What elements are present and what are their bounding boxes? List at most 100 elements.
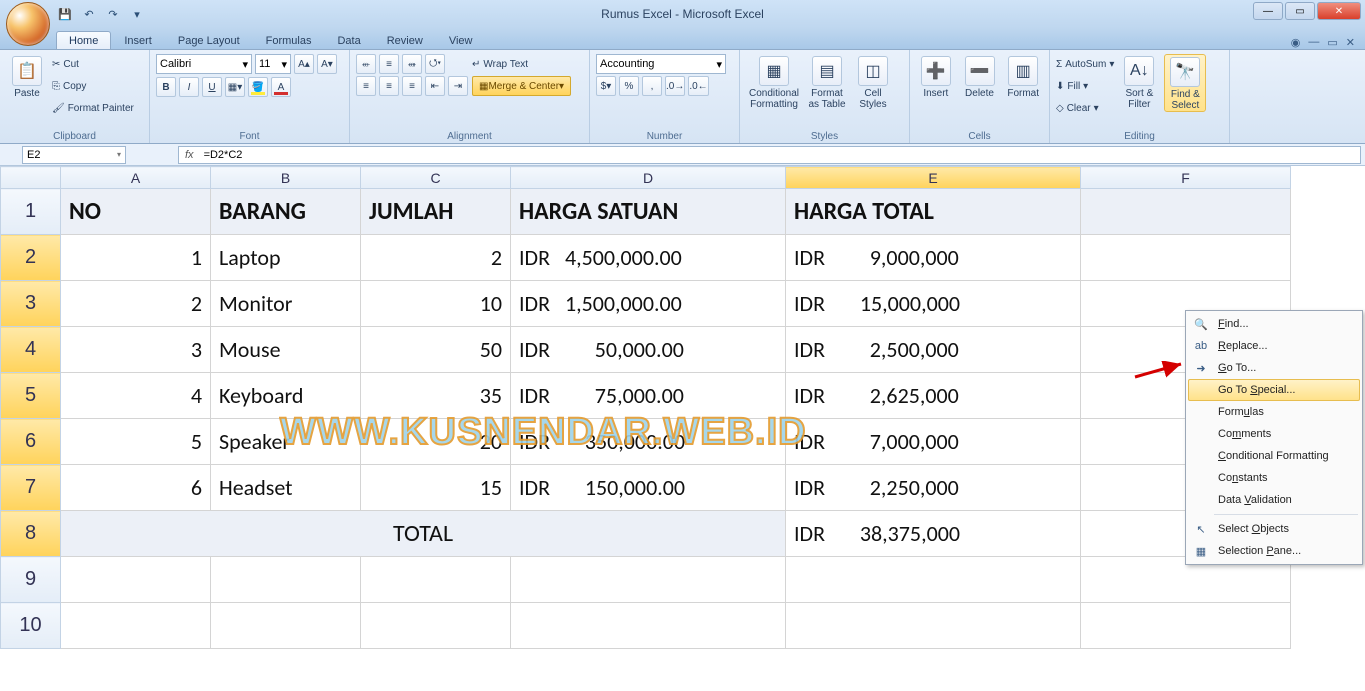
cell-no[interactable]: 5 <box>61 419 211 465</box>
increase-decimal-button[interactable]: .0→ <box>665 76 685 96</box>
empty-cell[interactable] <box>61 557 211 603</box>
row-header-4[interactable]: 4 <box>1 327 61 373</box>
italic-button[interactable]: I <box>179 77 199 97</box>
col-header-C[interactable]: C <box>361 167 511 189</box>
total-value-cell[interactable]: IDR 38,375,000 <box>786 511 1081 557</box>
menu-item-formulas[interactable]: Formulas <box>1188 401 1360 423</box>
help-icon[interactable]: ◉ <box>1291 36 1301 49</box>
sort-filter-button[interactable]: A↓Sort & Filter <box>1118 54 1160 110</box>
cell-total[interactable]: IDR 2,625,000 <box>786 373 1081 419</box>
row-header-1[interactable]: 1 <box>1 189 61 235</box>
decrease-indent-button[interactable]: ⇤ <box>425 76 445 96</box>
header-cell[interactable]: JUMLAH <box>361 189 511 235</box>
tab-data[interactable]: Data <box>324 31 373 49</box>
col-header-A[interactable]: A <box>61 167 211 189</box>
cell-satuan[interactable]: IDR 150,000.00 <box>511 465 786 511</box>
cell-jumlah[interactable]: 2 <box>361 235 511 281</box>
align-top-button[interactable]: ⬴ <box>356 54 376 74</box>
restore-window-icon[interactable]: ▭ <box>1327 36 1337 49</box>
qat-more-icon[interactable]: ▾ <box>128 5 146 23</box>
format-cells-button[interactable]: ▥Format <box>1003 54 1043 99</box>
align-right-button[interactable]: ≡ <box>402 76 422 96</box>
tab-page-layout[interactable]: Page Layout <box>165 31 253 49</box>
cell-jumlah[interactable]: 15 <box>361 465 511 511</box>
menu-item-go-to[interactable]: ➜Go To... <box>1188 357 1360 379</box>
empty-cell[interactable] <box>361 557 511 603</box>
col-header-F[interactable]: F <box>1081 167 1291 189</box>
row-header-6[interactable]: 6 <box>1 419 61 465</box>
header-cell[interactable]: HARGA SATUAN <box>511 189 786 235</box>
cell-satuan[interactable]: IDR 1,500,000.00 <box>511 281 786 327</box>
empty-cell[interactable] <box>1081 235 1291 281</box>
header-cell[interactable]: BARANG <box>211 189 361 235</box>
save-icon[interactable]: 💾 <box>56 5 74 23</box>
cell-satuan[interactable]: IDR 350,000.00 <box>511 419 786 465</box>
tab-formulas[interactable]: Formulas <box>253 31 325 49</box>
total-label-cell[interactable]: TOTAL <box>61 511 786 557</box>
col-header-E[interactable]: E <box>786 167 1081 189</box>
tab-insert[interactable]: Insert <box>111 31 165 49</box>
header-cell[interactable]: NO <box>61 189 211 235</box>
font-name-combo[interactable]: Calibri▾ <box>156 54 252 74</box>
insert-cells-button[interactable]: ➕Insert <box>916 54 956 99</box>
row-header-9[interactable]: 9 <box>1 557 61 603</box>
align-bottom-button[interactable]: ⬵ <box>402 54 422 74</box>
menu-item-go-to-special[interactable]: Go To Special... <box>1188 379 1360 401</box>
cell-satuan[interactable]: IDR 75,000.00 <box>511 373 786 419</box>
row-header-10[interactable]: 10 <box>1 603 61 649</box>
menu-item-constants[interactable]: Constants <box>1188 467 1360 489</box>
maximize-button[interactable]: ▭ <box>1285 2 1315 20</box>
align-left-button[interactable]: ≡ <box>356 76 376 96</box>
redo-icon[interactable]: ↷ <box>104 5 122 23</box>
empty-cell[interactable] <box>1081 603 1291 649</box>
cell-total[interactable]: IDR 9,000,000 <box>786 235 1081 281</box>
cell-satuan[interactable]: IDR 4,500,000.00 <box>511 235 786 281</box>
cell-no[interactable]: 1 <box>61 235 211 281</box>
cell-satuan[interactable]: IDR 50,000.00 <box>511 327 786 373</box>
shrink-font-button[interactable]: A▾ <box>317 54 337 74</box>
empty-cell[interactable] <box>786 557 1081 603</box>
undo-icon[interactable]: ↶ <box>80 5 98 23</box>
grow-font-button[interactable]: A▴ <box>294 54 314 74</box>
accounting-format-button[interactable]: $▾ <box>596 76 616 96</box>
row-header-2[interactable]: 2 <box>1 235 61 281</box>
row-header-3[interactable]: 3 <box>1 281 61 327</box>
empty-cell[interactable] <box>361 603 511 649</box>
empty-cell[interactable] <box>786 603 1081 649</box>
percent-button[interactable]: % <box>619 76 639 96</box>
clear-button[interactable]: ◇ Clear ▾ <box>1056 98 1114 118</box>
tab-review[interactable]: Review <box>374 31 436 49</box>
format-painter-button[interactable]: 🖌 Format Painter <box>52 98 134 118</box>
align-middle-button[interactable]: ≡ <box>379 54 399 74</box>
row-header-8[interactable]: 8 <box>1 511 61 557</box>
bold-button[interactable]: B <box>156 77 176 97</box>
cell-total[interactable]: IDR 2,250,000 <box>786 465 1081 511</box>
align-center-button[interactable]: ≡ <box>379 76 399 96</box>
office-button[interactable] <box>6 2 50 46</box>
underline-button[interactable]: U <box>202 77 222 97</box>
cell-styles-button[interactable]: ◫Cell Styles <box>852 54 894 110</box>
close-workbook-icon[interactable]: ✕ <box>1346 36 1355 49</box>
menu-item-replace[interactable]: abReplace... <box>1188 335 1360 357</box>
cell-barang[interactable]: Speaker <box>211 419 361 465</box>
menu-item-select-objects[interactable]: ↖Select Objects <box>1188 518 1360 540</box>
tab-home[interactable]: Home <box>56 31 111 49</box>
menu-item-selection-pane[interactable]: ▦Selection Pane... <box>1188 540 1360 562</box>
font-size-combo[interactable]: 11▾ <box>255 54 291 74</box>
number-format-combo[interactable]: Accounting▾ <box>596 54 726 74</box>
cell-jumlah[interactable]: 20 <box>361 419 511 465</box>
fill-button[interactable]: ⬇ Fill ▾ <box>1056 76 1114 96</box>
cell-jumlah[interactable]: 50 <box>361 327 511 373</box>
copy-button[interactable]: ⎘ Copy <box>52 76 134 96</box>
cell-barang[interactable]: Monitor <box>211 281 361 327</box>
cell-no[interactable]: 6 <box>61 465 211 511</box>
empty-cell[interactable] <box>511 603 786 649</box>
cell-total[interactable]: IDR 15,000,000 <box>786 281 1081 327</box>
paste-button[interactable]: 📋 Paste <box>6 54 48 99</box>
cell-barang[interactable]: Mouse <box>211 327 361 373</box>
autosum-button[interactable]: Σ AutoSum ▾ <box>1056 54 1114 74</box>
cell-barang[interactable]: Laptop <box>211 235 361 281</box>
merge-center-button[interactable]: ▦ Merge & Center ▾ <box>472 76 571 96</box>
font-color-button[interactable]: A <box>271 77 291 97</box>
col-header-D[interactable]: D <box>511 167 786 189</box>
